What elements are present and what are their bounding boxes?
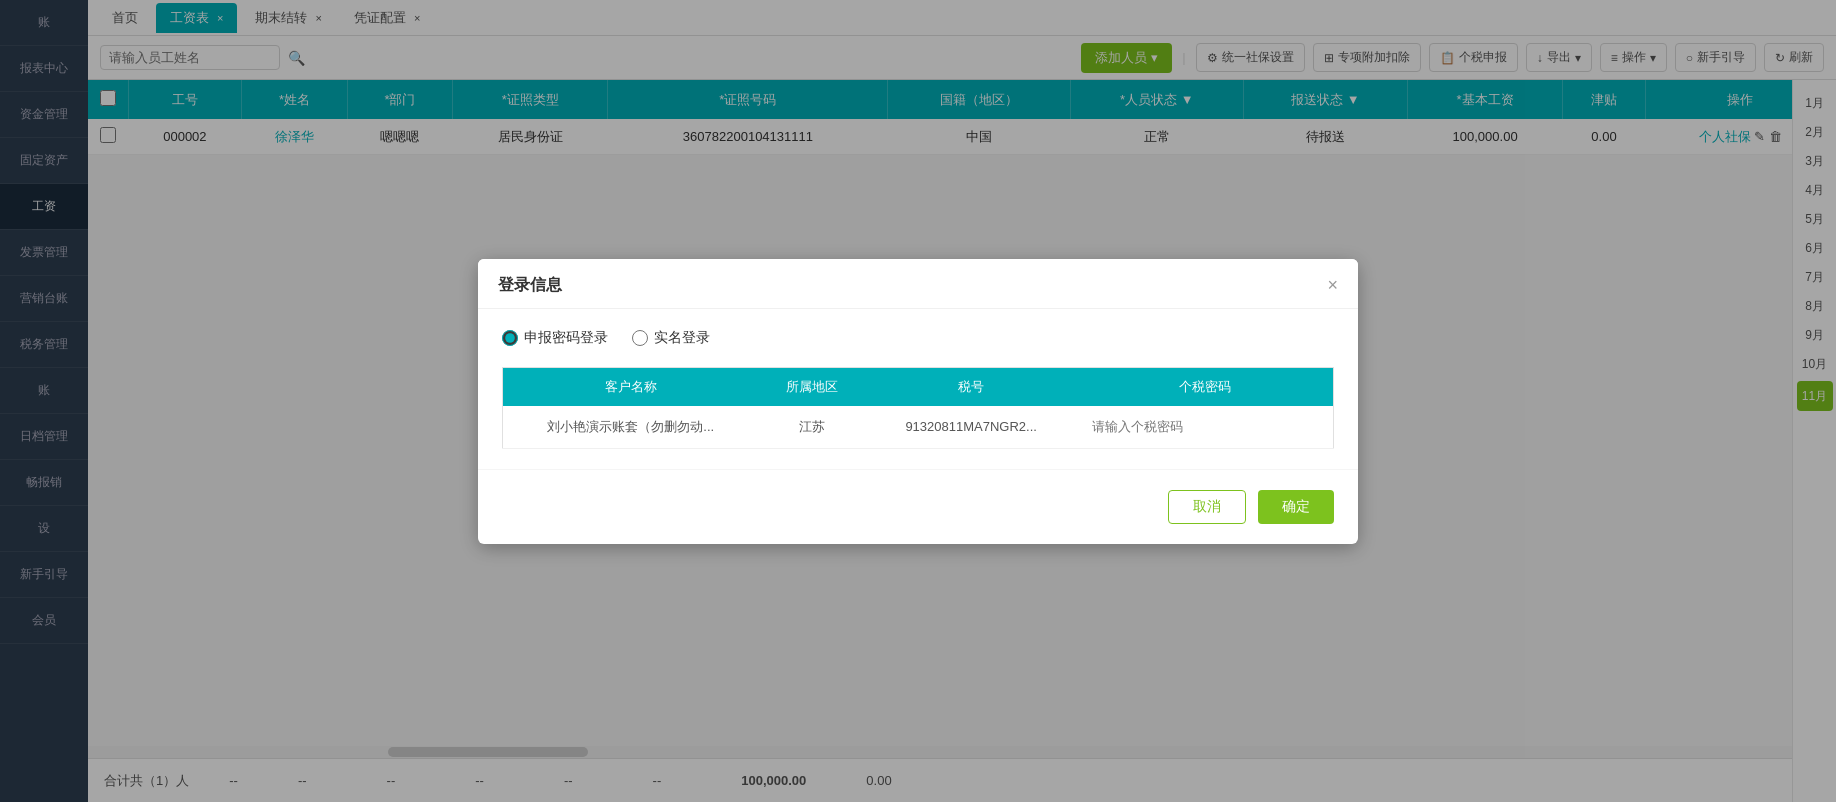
- dialog-col-region: 所属地区: [758, 367, 866, 406]
- radio-option1[interactable]: [502, 330, 518, 346]
- dialog-close-button[interactable]: ×: [1327, 275, 1338, 296]
- cell-client-name: 刘小艳演示账套（勿删勿动...: [503, 406, 759, 449]
- login-dialog: 登录信息 × 申报密码登录 实名登录 客户名称 所属地区: [478, 259, 1358, 544]
- tax-password-input[interactable]: [1092, 419, 1317, 434]
- radio-group: 申报密码登录 实名登录: [502, 329, 1334, 347]
- dialog-table: 客户名称 所属地区 税号 个税密码 刘小艳演示账套（勿删勿动... 江苏 913…: [502, 367, 1334, 449]
- radio-option2[interactable]: [632, 330, 648, 346]
- dialog-title: 登录信息: [498, 275, 562, 296]
- dialog-table-row: 刘小艳演示账套（勿删勿动... 江苏 91320811MA7NGR2...: [503, 406, 1334, 449]
- dialog-col-password: 个税密码: [1076, 367, 1333, 406]
- cell-tax-no: 91320811MA7NGR2...: [866, 406, 1076, 449]
- radio-option2-label[interactable]: 实名登录: [632, 329, 710, 347]
- confirm-button[interactable]: 确定: [1258, 490, 1334, 524]
- dialog-footer: 取消 确定: [478, 469, 1358, 544]
- dialog-col-taxno: 税号: [866, 367, 1076, 406]
- radio-option1-label[interactable]: 申报密码登录: [502, 329, 608, 347]
- cell-region: 江苏: [758, 406, 866, 449]
- dialog-body: 申报密码登录 实名登录 客户名称 所属地区 税号 个税密码: [478, 309, 1358, 469]
- dialog-col-client: 客户名称: [503, 367, 759, 406]
- cell-password[interactable]: [1076, 406, 1333, 449]
- cancel-button[interactable]: 取消: [1168, 490, 1246, 524]
- dialog-header: 登录信息 ×: [478, 259, 1358, 309]
- dialog-overlay: 登录信息 × 申报密码登录 实名登录 客户名称 所属地区: [0, 0, 1836, 802]
